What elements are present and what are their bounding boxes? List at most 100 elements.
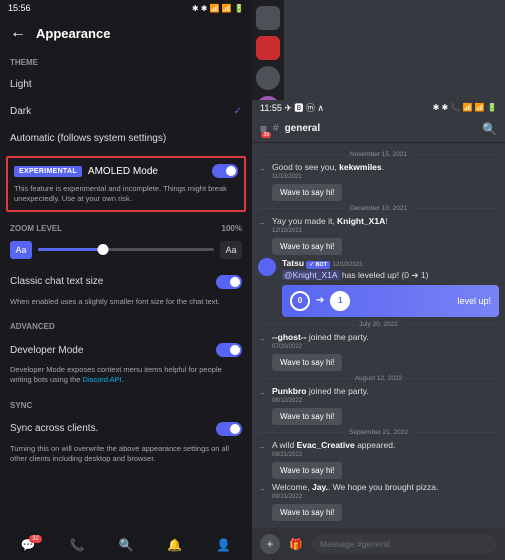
amoled-title: AMOLED Mode: [88, 166, 158, 177]
status-bar-right: 11:55 ✈ 🅱 ⓜ ∧ ✱ ✱ 📞 📶 📶 🔋: [252, 100, 505, 116]
date-divider: December 10, 2021: [258, 205, 499, 212]
channel-header: ≡39 # general 🔍: [252, 116, 505, 143]
server-dm-icon[interactable]: [256, 6, 280, 30]
amoled-toggle[interactable]: [212, 164, 238, 178]
wave-button[interactable]: Wave to say hi!: [272, 408, 342, 425]
nav-search-icon[interactable]: 🔍: [119, 538, 134, 552]
amoled-experimental-box: EXPERIMENTAL AMOLED Mode This feature is…: [6, 156, 246, 212]
message-input[interactable]: Message #general: [312, 535, 497, 553]
settings-header: ← Appearance: [0, 16, 252, 50]
chat-body[interactable]: November 15, 2021 → Good to see you, kek…: [252, 143, 505, 528]
message-text: Welcome, Jay.. We hope you brought pizza…: [272, 482, 499, 493]
nav-messages-icon[interactable]: 💬32: [21, 538, 36, 552]
zoom-section: ZOOM LEVEL 100%: [0, 216, 252, 237]
discord-chat-pane: 11:55 ✈ 🅱 ⓜ ∧ ✱ ✱ 📞 📶 📶 🔋 ≡39 # general …: [252, 0, 505, 560]
zoom-slider[interactable]: [38, 248, 214, 251]
message-text: Yay you made it, Knight_X1A!: [272, 216, 499, 227]
sync-section-label: SYNC: [0, 393, 252, 414]
classic-text-row: Classic chat text size: [0, 267, 252, 297]
back-icon[interactable]: ←: [10, 24, 26, 42]
hash-icon: #: [273, 123, 279, 134]
message-time: 09/21/2022: [272, 494, 499, 500]
date-divider: August 12, 2022: [258, 375, 499, 382]
advanced-section-label: ADVANCED: [0, 314, 252, 335]
status-time: 11:55 ✈ 🅱 ⓜ ∧: [260, 101, 324, 114]
classic-text-desc: When enabled uses a slightly smaller fon…: [0, 297, 252, 315]
server-icon[interactable]: [256, 36, 280, 60]
message-text: Good to see you, kekwmiles.: [272, 162, 499, 173]
amoled-desc: This feature is experimental and incompl…: [14, 184, 238, 204]
system-message: → Yay you made it, Knight_X1A! 12/10/202…: [258, 216, 499, 255]
sync-across-label: Sync across clients.: [10, 423, 98, 434]
nav-profile-icon[interactable]: 👤: [216, 538, 231, 552]
developer-mode-label: Developer Mode: [10, 345, 83, 356]
message-time: 11/13/2021: [272, 174, 499, 180]
join-arrow-icon: →: [258, 218, 266, 255]
channel-name: general: [285, 123, 321, 134]
join-arrow-icon: →: [258, 164, 266, 201]
message-header: Tatsu ✓ BOT 12/10/2021: [282, 258, 499, 270]
status-bar: 15:56 ✱ ✱ 📶 📶 🔋: [0, 0, 252, 16]
level-up-label: level up!: [457, 296, 491, 306]
message-text: @Knight_X1A has leveled up! (0 ➔ 1): [282, 270, 499, 281]
zoom-small-button[interactable]: Aa: [10, 241, 32, 259]
theme-light-row[interactable]: Light: [0, 71, 252, 98]
theme-dark-row[interactable]: Dark✓: [0, 98, 252, 125]
avatar: [258, 258, 276, 276]
bottom-nav: 💬32 📞 🔍 🔔 👤: [0, 530, 252, 560]
wave-button[interactable]: Wave to say hi!: [272, 238, 342, 255]
message-time: 09/21/2022: [272, 452, 499, 458]
message-time: 08/12/2022: [272, 398, 499, 404]
server-rail: [252, 0, 284, 100]
status-time: 15:56: [8, 3, 31, 13]
notif-badge: 39: [261, 132, 271, 138]
level-up-card: 0 ➔ 1 level up!: [282, 285, 499, 317]
gift-button[interactable]: 🎁: [286, 534, 306, 554]
add-attachment-button[interactable]: +: [260, 534, 280, 554]
date-divider: November 15, 2021: [258, 151, 499, 158]
system-message: → Welcome, Jay.. We hope you brought piz…: [258, 482, 499, 521]
zoom-large-button[interactable]: Aa: [220, 241, 242, 259]
date-divider: September 21, 2022: [258, 429, 499, 436]
join-arrow-icon: →: [258, 334, 266, 371]
status-icons: ✱ ✱ 📞 📶 📶 🔋: [433, 103, 497, 112]
system-message: → Good to see you, kekwmiles. 11/13/2021…: [258, 162, 499, 201]
sync-across-toggle[interactable]: [216, 422, 242, 436]
join-arrow-icon: →: [258, 388, 266, 425]
sync-across-desc: Turning this on will overwrite the above…: [0, 444, 252, 472]
menu-icon[interactable]: ≡39: [260, 122, 267, 136]
wave-button[interactable]: Wave to say hi!: [272, 184, 342, 201]
classic-text-toggle[interactable]: [216, 275, 242, 289]
theme-auto-row[interactable]: Automatic (follows system settings): [0, 125, 252, 152]
zoom-label: ZOOM LEVEL: [10, 224, 62, 233]
experimental-badge: EXPERIMENTAL: [14, 166, 82, 177]
message-text: A wild Evac_Creative appeared.: [272, 440, 499, 451]
developer-mode-toggle[interactable]: [216, 343, 242, 357]
bot-message: Tatsu ✓ BOT 12/10/2021 @Knight_X1A has l…: [258, 258, 499, 317]
classic-text-label: Classic chat text size: [10, 276, 103, 287]
discord-api-link[interactable]: Discord API: [83, 375, 122, 384]
nav-badge: 32: [29, 535, 42, 543]
message-time: 12/10/2021: [272, 228, 499, 234]
zoom-value: 100%: [222, 224, 242, 233]
search-icon[interactable]: 🔍: [482, 122, 497, 136]
theme-light-label: Light: [10, 79, 32, 90]
nav-friends-icon[interactable]: 📞: [70, 538, 85, 552]
system-message: → A wild Evac_Creative appeared. 09/21/2…: [258, 440, 499, 479]
chat-column: 11:55 ✈ 🅱 ⓜ ∧ ✱ ✱ 📞 📶 📶 🔋 ≡39 # general …: [252, 100, 505, 560]
server-icon[interactable]: [256, 66, 280, 90]
appearance-settings-pane: 15:56 ✱ ✱ 📶 📶 🔋 ← Appearance THEME Light…: [0, 0, 252, 560]
system-message: → Punkbro joined the party. 08/12/2022 W…: [258, 386, 499, 425]
join-arrow-icon: →: [258, 442, 266, 479]
message-text: Punkbro joined the party.: [272, 386, 499, 397]
system-message: → --ghost-- joined the party. 07/20/2022…: [258, 332, 499, 371]
message-text: --ghost-- joined the party.: [272, 332, 499, 343]
level-to: 1: [330, 291, 350, 311]
wave-button[interactable]: Wave to say hi!: [272, 354, 342, 371]
developer-mode-row: Developer Mode: [0, 335, 252, 365]
nav-notifications-icon[interactable]: 🔔: [167, 538, 182, 552]
wave-button[interactable]: Wave to say hi!: [272, 462, 342, 479]
wave-button[interactable]: Wave to say hi!: [272, 504, 342, 521]
status-icons: ✱ ✱ 📶 📶 🔋: [192, 4, 244, 13]
mention[interactable]: @Knight_X1A: [282, 270, 340, 280]
